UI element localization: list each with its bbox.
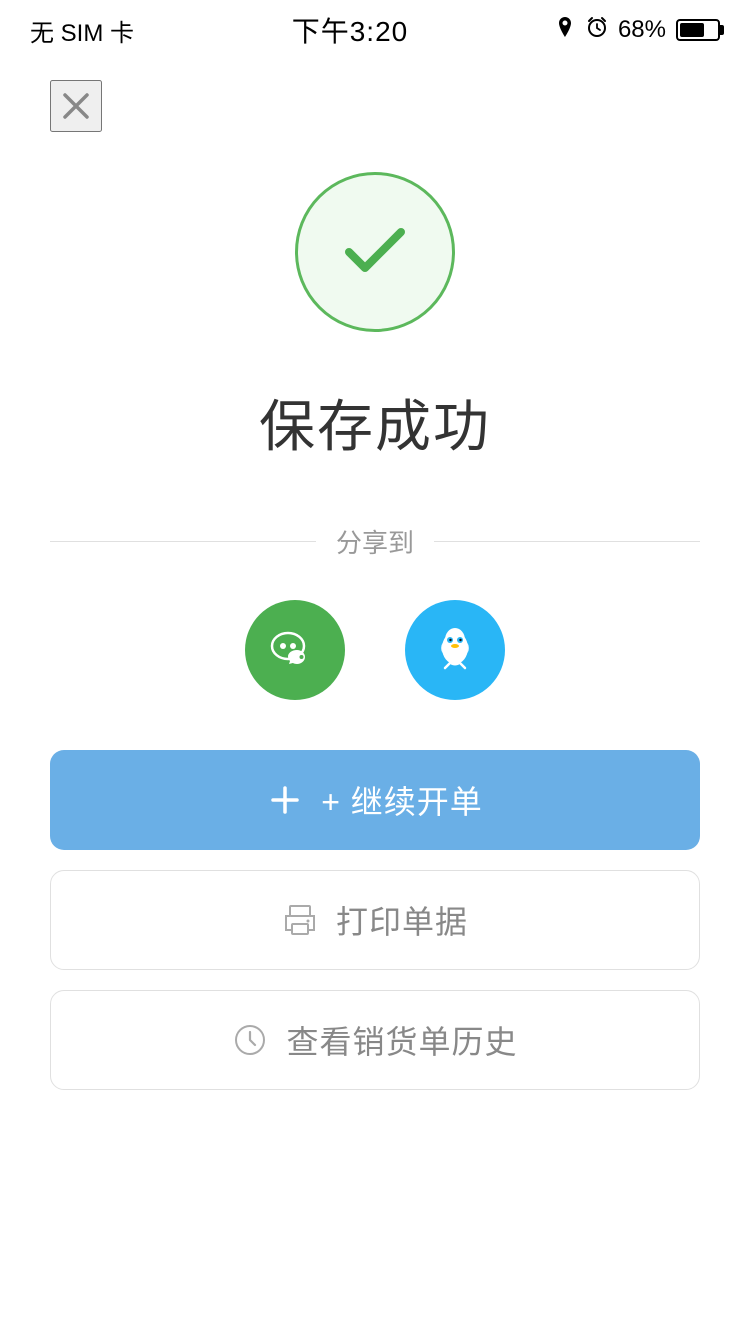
share-label: 分享到 — [336, 523, 414, 560]
success-title: 保存成功 — [259, 382, 491, 463]
status-left: 无 SIM 卡 — [30, 13, 146, 48]
status-right: 68% — [554, 16, 720, 45]
history-icon — [232, 1022, 268, 1058]
time-display: 下午3:20 — [292, 10, 409, 50]
location-icon — [554, 16, 576, 45]
share-divider: 分享到 — [50, 523, 700, 560]
carrier-text: 无 SIM 卡 — [30, 13, 134, 48]
wechat-share-button[interactable] — [245, 600, 345, 700]
plus-icon — [267, 782, 303, 818]
close-button[interactable] — [50, 80, 102, 132]
continue-order-button[interactable]: + 继续开单 — [50, 750, 700, 850]
action-buttons: + 继续开单 打印单据 查看销货单历史 — [50, 750, 700, 1090]
battery-icon — [676, 19, 720, 41]
battery-percent: 68% — [618, 16, 666, 44]
history-button[interactable]: 查看销货单历史 — [50, 990, 700, 1090]
print-button[interactable]: 打印单据 — [50, 870, 700, 970]
print-label: 打印单据 — [336, 897, 468, 943]
share-buttons — [50, 600, 700, 700]
success-circle — [295, 172, 455, 332]
history-label: 查看销货单历史 — [286, 1017, 517, 1063]
qq-share-button[interactable] — [405, 600, 505, 700]
print-icon — [282, 902, 318, 938]
main-content: 保存成功 分享到 — [0, 152, 750, 1334]
alarm-icon — [586, 16, 608, 45]
share-section: 分享到 — [50, 523, 700, 700]
check-icon — [335, 210, 415, 295]
close-area — [0, 60, 750, 152]
continue-label: + 继续开单 — [321, 777, 483, 823]
status-bar: 无 SIM 卡 下午3:20 68% — [0, 0, 750, 60]
